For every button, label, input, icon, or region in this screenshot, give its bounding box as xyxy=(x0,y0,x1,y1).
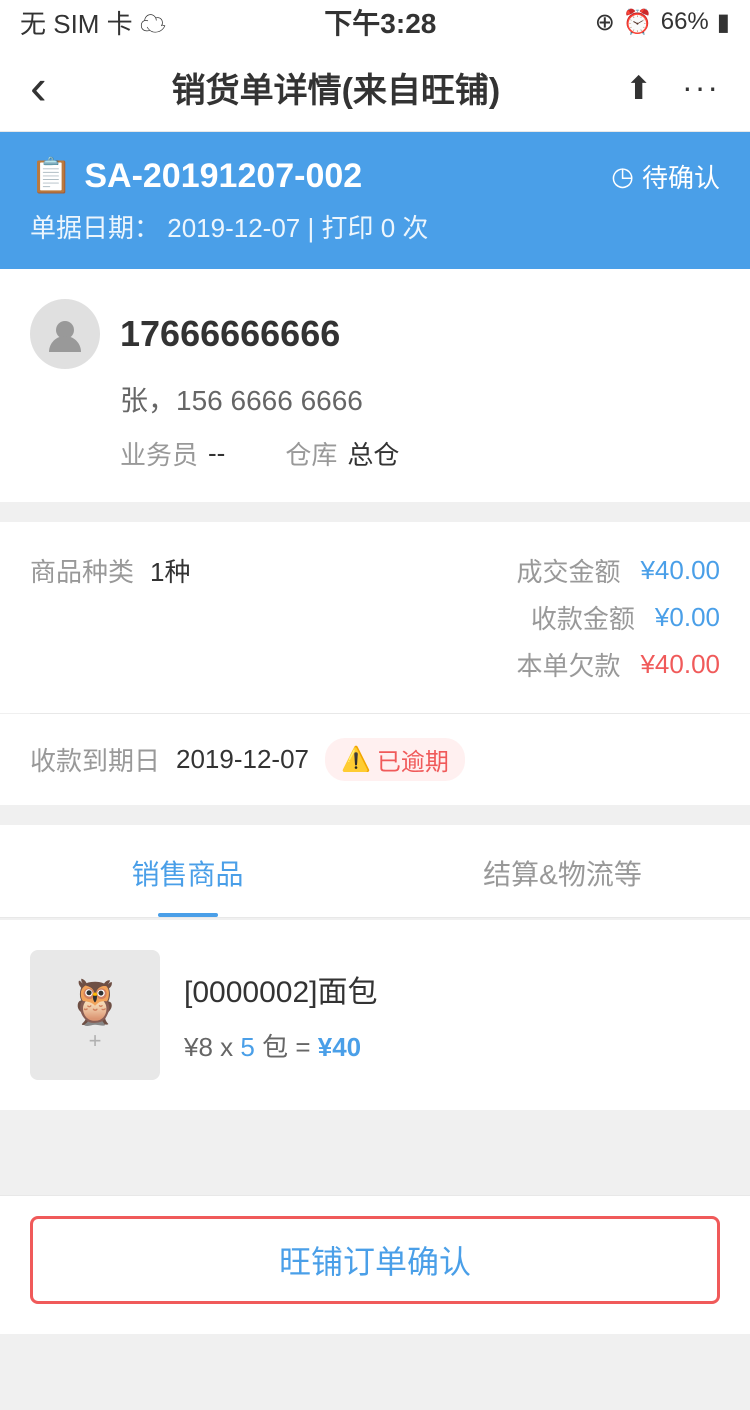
order-banner: 📋 SA-20191207-002 待确认 单据日期： 2019-12-07 |… xyxy=(0,132,750,269)
confirm-button-label: 旺铺订单确认 xyxy=(279,1237,471,1283)
order-id-text: SA-20191207-002 xyxy=(84,157,362,196)
order-date-value: 2019-12-07 xyxy=(167,213,300,243)
product-total: ¥40 xyxy=(318,1032,361,1062)
location-icon: ⊕ xyxy=(595,8,615,37)
product-thumbnail: 🦉 + xyxy=(30,950,160,1080)
date-label: 单据日期： xyxy=(30,213,160,243)
alarm-icon: ⏰ xyxy=(623,8,653,37)
tab-settlement-label: 结算&物流等 xyxy=(483,859,642,890)
amounts: 成交金额 ¥40.00 收款金额 ¥0.00 本单欠款 ¥40.00 xyxy=(516,552,720,683)
overdue-badge: ⚠️ 已逾期 xyxy=(325,738,465,781)
product-name: [0000002]面包 xyxy=(184,967,720,1011)
bottom-bar: 旺铺订单确认 xyxy=(0,1195,750,1334)
collected-value: ¥0.00 xyxy=(655,602,720,633)
due-date-value: 2019-12-07 xyxy=(176,744,309,775)
tabs-row: 销售商品 结算&物流等 xyxy=(0,825,750,917)
product-type-value: 1种 xyxy=(150,552,190,589)
nav-bar: 销货单详情(来自旺铺) xyxy=(0,44,750,132)
divider-2 xyxy=(0,805,750,825)
product-type-label: 商品种类 xyxy=(30,552,134,589)
customer-phone: 17666666666 xyxy=(120,313,340,355)
battery-icon: ▮ xyxy=(717,8,730,37)
warehouse-value: 总仓 xyxy=(347,435,399,472)
price-equals: = xyxy=(295,1032,310,1062)
product-info: [0000002]面包 ¥8 x 5 包 = ¥40 xyxy=(184,967,720,1064)
battery-status: 66% xyxy=(661,8,709,36)
product-qty: 5 xyxy=(240,1032,254,1062)
amount-row-3: 本单欠款 ¥40.00 xyxy=(516,646,720,683)
overdue-text: 已逾期 xyxy=(377,742,449,777)
tab-settlement[interactable]: 结算&物流等 xyxy=(375,825,750,917)
nav-actions xyxy=(625,69,720,107)
order-id-row: 📋 SA-20191207-002 xyxy=(30,156,362,196)
product-logo-plus: + xyxy=(89,1028,102,1054)
share-icon[interactable] xyxy=(625,69,652,107)
product-logo: 🦉 xyxy=(68,976,123,1028)
due-section: 收款到期日 2019-12-07 ⚠️ 已逾期 xyxy=(0,714,750,805)
salesman-info: 业务员 -- xyxy=(120,435,225,472)
owe-value: ¥40.00 xyxy=(640,649,720,680)
print-count: 0 xyxy=(381,213,395,243)
order-date-row: 单据日期： 2019-12-07 | 打印 0 次 xyxy=(30,208,720,245)
collected-label: 收款金额 xyxy=(531,599,635,636)
due-label: 收款到期日 xyxy=(30,741,160,778)
product-price: ¥8 x 5 包 = ¥40 xyxy=(184,1027,720,1064)
clock-icon xyxy=(611,161,634,192)
back-button[interactable] xyxy=(30,62,47,114)
salesman-value: -- xyxy=(208,438,225,469)
product-row: 🦉 + [0000002]面包 ¥8 x 5 包 = ¥40 xyxy=(30,950,720,1080)
order-status: 待确认 xyxy=(611,158,720,195)
customer-section: 17666666666 张，156 6666 6666 业务员 -- 仓库 总仓 xyxy=(0,269,750,502)
status-left: 无 SIM 卡 ☁ xyxy=(20,4,166,41)
avatar xyxy=(30,299,100,369)
amount-row-1: 成交金额 ¥40.00 xyxy=(516,552,720,589)
page-title: 销货单详情(来自旺铺) xyxy=(172,63,501,112)
order-status-text: 待确认 xyxy=(642,158,720,195)
sim-status: 无 SIM 卡 ☁ xyxy=(20,4,166,41)
order-icon: 📋 xyxy=(30,156,72,196)
alert-icon: ⚠️ xyxy=(341,745,371,774)
amount-value: ¥40.00 xyxy=(640,555,720,586)
divider-1 xyxy=(0,502,750,522)
status-bar: 无 SIM 卡 ☁ 下午3:28 ⊕ ⏰ 66% ▮ xyxy=(0,0,750,44)
tabs-section: 销售商品 结算&物流等 xyxy=(0,825,750,918)
amount-row-2: 收款金额 ¥0.00 xyxy=(531,599,720,636)
price-multiply: x xyxy=(220,1032,233,1062)
print-label: | 打印 xyxy=(307,213,373,243)
confirm-order-button[interactable]: 旺铺订单确认 xyxy=(30,1216,720,1304)
price-unit: ¥8 xyxy=(184,1032,213,1062)
salesman-label: 业务员 xyxy=(120,435,198,472)
price-unit-label: 包 xyxy=(262,1032,288,1062)
tab-sales-label: 销售商品 xyxy=(131,859,243,890)
print-unit: 次 xyxy=(402,213,428,243)
summary-section: 商品种类 1种 成交金额 ¥40.00 收款金额 ¥0.00 本单欠款 ¥40.… xyxy=(0,522,750,713)
product-type: 商品种类 1种 xyxy=(30,552,190,589)
owe-label: 本单欠款 xyxy=(516,646,620,683)
warehouse-info: 仓库 总仓 xyxy=(285,435,399,472)
product-section: 🦉 + [0000002]面包 ¥8 x 5 包 = ¥40 xyxy=(0,920,750,1110)
customer-meta: 业务员 -- 仓库 总仓 xyxy=(30,435,720,472)
amount-label: 成交金额 xyxy=(516,552,620,589)
tab-sales-products[interactable]: 销售商品 xyxy=(0,825,375,917)
warehouse-label: 仓库 xyxy=(285,435,337,472)
status-right: ⊕ ⏰ 66% ▮ xyxy=(595,8,730,37)
customer-name: 张，156 6666 6666 xyxy=(30,379,720,419)
status-time: 下午3:28 xyxy=(324,2,436,42)
more-icon[interactable] xyxy=(682,69,720,106)
